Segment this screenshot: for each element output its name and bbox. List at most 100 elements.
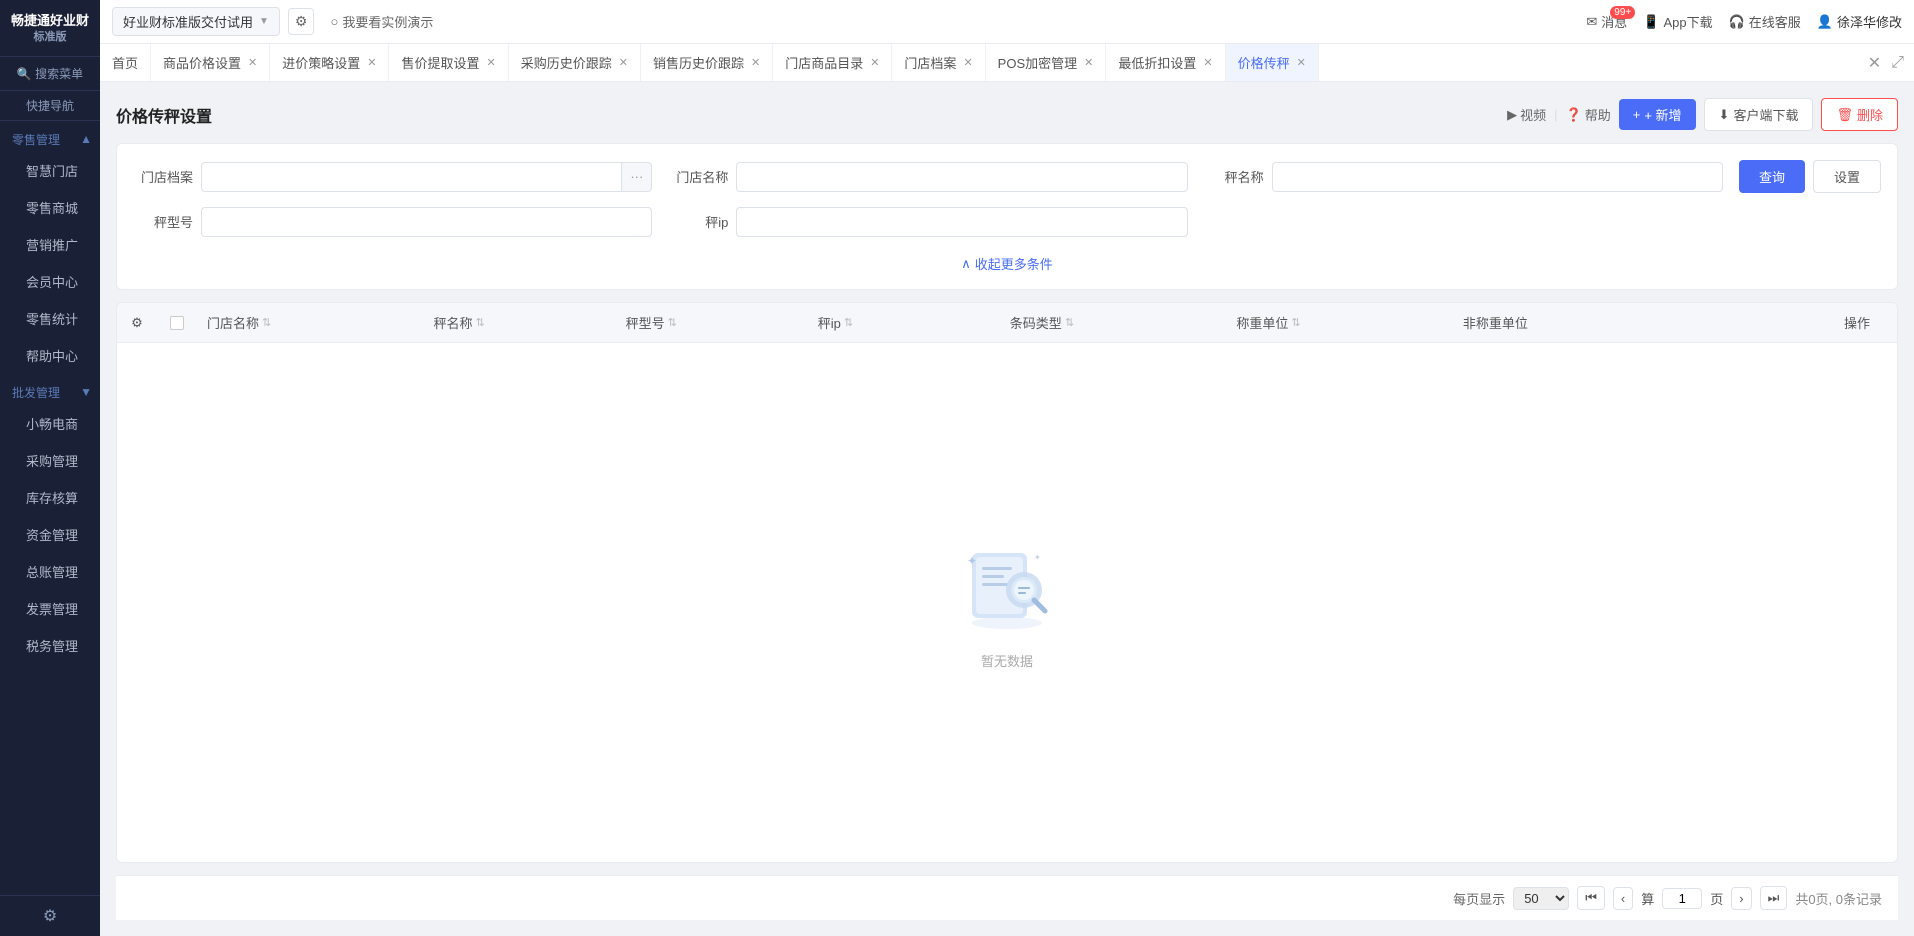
sort-store-name-icon[interactable]: ⇅ xyxy=(262,316,271,329)
video-link[interactable]: ▶ 视频 xyxy=(1507,105,1546,124)
store-profile-input[interactable] xyxy=(201,162,622,192)
prev-page-btn[interactable]: ‹ xyxy=(1613,887,1633,910)
tab-close-purchase-strategy[interactable]: ✕ xyxy=(367,56,376,69)
version-label: 好业财标准版交付试用 xyxy=(123,12,253,31)
user-avatar-icon: 👤 xyxy=(1817,14,1833,30)
download-btn[interactable]: ⬇ 客户端下载 xyxy=(1704,98,1814,131)
scale-ip-label: 秤ip xyxy=(668,212,728,231)
tab-purchase-history[interactable]: 采购历史价跟踪 ✕ xyxy=(509,44,641,82)
sidebar-item-tax[interactable]: 税务管理 xyxy=(0,627,100,664)
collapse-btn[interactable]: ∧ 收起更多条件 xyxy=(133,250,1881,273)
table-header: ⚙ 门店名称 ⇅ 秤名称 ⇅ 秤型号 ⇅ 秤ip xyxy=(117,303,1897,343)
message-badge: 99+ xyxy=(1610,6,1635,19)
sidebar-item-inventory[interactable]: 库存核算 xyxy=(0,479,100,516)
tab-close-sale-history[interactable]: ✕ xyxy=(751,56,760,69)
page-title: 价格传秤设置 xyxy=(116,103,212,127)
tab-sale-history[interactable]: 销售历史价跟踪 ✕ xyxy=(641,44,773,82)
field-store-name: 门店名称 xyxy=(668,162,1187,192)
query-btn[interactable]: 查询 xyxy=(1739,160,1805,193)
last-page-btn[interactable]: ⏭ xyxy=(1760,886,1788,910)
tab-home[interactable]: 首页 xyxy=(100,44,151,82)
sidebar-item-help-center[interactable]: 帮助中心 xyxy=(0,337,100,374)
version-select[interactable]: 好业财标准版交付试用 ▼ xyxy=(112,7,280,36)
delete-btn[interactable]: 🗑 删除 xyxy=(1821,98,1898,131)
demo-btn[interactable]: ○ 我要看实例演示 xyxy=(330,12,433,31)
scale-model-label: 秤型号 xyxy=(133,212,193,231)
sidebar-item-capital[interactable]: 资金管理 xyxy=(0,516,100,553)
sort-scale-name-icon[interactable]: ⇅ xyxy=(476,316,485,329)
quick-nav-btn[interactable]: 快捷导航 xyxy=(0,91,100,121)
select-all-checkbox[interactable] xyxy=(170,316,184,330)
th-scale-model: 秤型号 ⇅ xyxy=(616,305,808,340)
tab-close-sale-extract[interactable]: ✕ xyxy=(487,56,496,69)
demo-icon: ○ xyxy=(330,14,338,29)
sidebar-item-retail-stats[interactable]: 零售统计 xyxy=(0,300,100,337)
data-table: ⚙ 门店名称 ⇅ 秤名称 ⇅ 秤型号 ⇅ 秤ip xyxy=(116,302,1898,863)
tab-sale-extract[interactable]: 售价提取设置 ✕ xyxy=(389,44,508,82)
sidebar-item-smart-store[interactable]: 智慧门店 xyxy=(0,152,100,189)
tab-close-price-scale[interactable]: ✕ xyxy=(1297,56,1306,69)
sidebar-item-marketing[interactable]: 营销推广 xyxy=(0,226,100,263)
setup-btn[interactable]: 设置 xyxy=(1813,160,1881,193)
sidebar-item-retail-mall[interactable]: 零售商城 xyxy=(0,189,100,226)
svg-text:✦: ✦ xyxy=(967,554,977,568)
sidebar-item-invoice[interactable]: 发票管理 xyxy=(0,590,100,627)
tab-close-store-catalog[interactable]: ✕ xyxy=(870,56,879,69)
download-icon: ⬇ xyxy=(1719,107,1730,123)
sort-weight-unit-icon[interactable]: ⇅ xyxy=(1291,316,1300,329)
th-barcode-type: 条码类型 ⇅ xyxy=(1000,305,1227,340)
sidebar-item-member-center[interactable]: 会员中心 xyxy=(0,263,100,300)
sidebar-item-purchase[interactable]: 采购管理 xyxy=(0,442,100,479)
scale-ip-input[interactable] xyxy=(736,207,1187,237)
user-name: 徐泽华修改 xyxy=(1837,12,1902,31)
store-name-input[interactable] xyxy=(736,162,1187,192)
page-input[interactable] xyxy=(1662,888,1702,909)
help-link[interactable]: ❓ 帮助 xyxy=(1566,105,1611,124)
tab-bar: 首页 商品价格设置 ✕ 进价策略设置 ✕ 售价提取设置 ✕ 采购历史价跟踪 ✕ … xyxy=(100,44,1914,82)
sidebar-item-xiaochang[interactable]: 小畅电商 xyxy=(0,405,100,442)
tab-price-scale[interactable]: 价格传秤 ✕ xyxy=(1226,44,1319,82)
tab-store-catalog[interactable]: 门店商品目录 ✕ xyxy=(773,44,892,82)
tab-close-pos-manage[interactable]: ✕ xyxy=(1084,56,1093,69)
tab-expand-btn[interactable]: ⤢ xyxy=(1889,52,1906,74)
th-gear[interactable]: ⚙ xyxy=(117,307,157,339)
sidebar-settings-icon[interactable]: ⚙ xyxy=(43,908,57,925)
th-checkbox[interactable] xyxy=(157,308,197,338)
sidebar-item-ledger[interactable]: 总账管理 xyxy=(0,553,100,590)
first-page-btn[interactable]: ⏮ xyxy=(1577,886,1605,910)
page-size-select[interactable]: 20 50 100 xyxy=(1513,887,1569,910)
tab-min-discount[interactable]: 最低折扣设置 ✕ xyxy=(1106,44,1225,82)
th-operation: 操作 xyxy=(1817,305,1897,340)
sort-scale-model-icon[interactable]: ⇅ xyxy=(668,316,677,329)
empty-text: 暂无数据 xyxy=(981,651,1033,670)
sort-barcode-type-icon[interactable]: ⇅ xyxy=(1065,316,1074,329)
tab-pos-manage[interactable]: POS加密管理 ✕ xyxy=(986,44,1107,82)
sidebar-bottom: ⚙ xyxy=(0,895,100,936)
delete-icon: 🗑 xyxy=(1836,107,1853,123)
tab-close-store-profile[interactable]: ✕ xyxy=(963,56,972,69)
search-icon: 🔍 xyxy=(17,67,32,81)
scale-name-input[interactable] xyxy=(1272,162,1723,192)
app-download-btn[interactable]: 📱 App下载 xyxy=(1643,12,1712,31)
sort-scale-ip-icon[interactable]: ⇅ xyxy=(844,316,853,329)
tab-store-profile[interactable]: 门店档案 ✕ xyxy=(892,44,985,82)
add-btn[interactable]: + + 新增 xyxy=(1619,99,1696,130)
page-size-label: 每页显示 xyxy=(1453,889,1505,908)
search-menu-btn[interactable]: 🔍 搜索菜单 xyxy=(0,57,100,91)
scale-name-label: 秤名称 xyxy=(1204,167,1264,186)
message-btn[interactable]: ✉ 消息 99+ xyxy=(1586,12,1627,31)
tab-purchase-strategy[interactable]: 进价策略设置 ✕ xyxy=(270,44,389,82)
tab-price-settings[interactable]: 商品价格设置 ✕ xyxy=(151,44,270,82)
store-profile-input-wrapper: ··· xyxy=(201,162,652,192)
tab-close-all-btn[interactable]: ✕ xyxy=(1866,51,1883,75)
tab-close-price-settings[interactable]: ✕ xyxy=(248,56,257,69)
tab-close-purchase-history[interactable]: ✕ xyxy=(619,56,628,69)
scale-model-input[interactable] xyxy=(201,207,652,237)
user-info[interactable]: 👤 徐泽华修改 xyxy=(1817,12,1902,31)
header-settings-btn[interactable]: ⚙ xyxy=(288,8,315,35)
page-word: 算 xyxy=(1641,889,1654,908)
tab-close-min-discount[interactable]: ✕ xyxy=(1203,56,1212,69)
online-service-btn[interactable]: 🎧 在线客服 xyxy=(1729,12,1801,31)
next-page-btn[interactable]: › xyxy=(1731,887,1751,910)
store-profile-suffix-btn[interactable]: ··· xyxy=(622,162,652,192)
